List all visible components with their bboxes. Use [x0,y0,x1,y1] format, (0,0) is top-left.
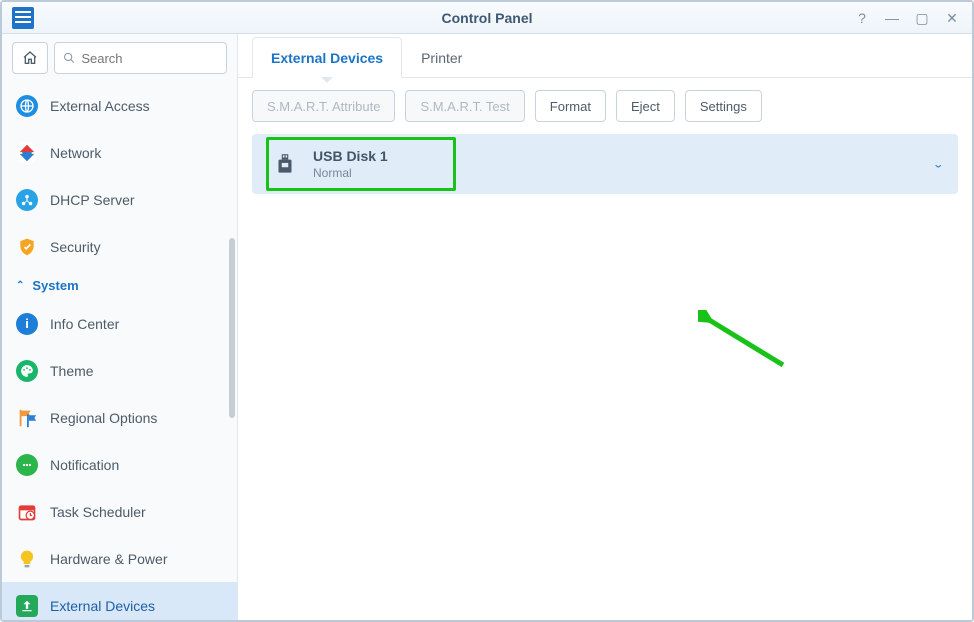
home-icon [22,50,38,66]
sidebar-item-network[interactable]: Network [2,129,237,176]
device-row[interactable]: USB Disk 1 Normal ⌄ [252,134,958,194]
sidebar-item-label: Hardware & Power [50,551,168,567]
sidebar-item-label: Theme [50,363,94,379]
tab-label: Printer [421,50,462,66]
minimize-icon[interactable]: — [884,11,900,25]
tab-printer[interactable]: Printer [402,37,481,77]
chevron-up-icon: ⌃ [16,280,24,291]
sidebar-item-theme[interactable]: Theme [2,347,237,394]
bulb-icon [16,548,38,570]
sidebar-item-external-access[interactable]: External Access [2,82,237,129]
eject-button[interactable]: Eject [616,90,675,122]
dhcp-icon [16,189,38,211]
device-status: Normal [313,166,388,180]
close-icon[interactable]: ✕ [944,11,960,25]
flags-icon [16,407,38,429]
settings-button[interactable]: Settings [685,90,762,122]
sidebar-item-info-center[interactable]: i Info Center [2,300,237,347]
search-icon [63,51,75,65]
shield-icon [16,236,38,258]
info-icon: i [16,313,38,335]
sidebar-item-hardware[interactable]: Hardware & Power [2,535,237,582]
nav-list: External Access Network DHCP Server [2,82,237,620]
search-box[interactable] [54,42,227,74]
external-device-icon [16,595,38,617]
window-body: External Access Network DHCP Server [2,34,972,620]
window-controls: ? — ▢ ✕ [854,11,972,25]
sidebar-item-task-scheduler[interactable]: Task Scheduler [2,488,237,535]
device-list: USB Disk 1 Normal ⌄ [238,134,972,194]
sidebar-item-label: Regional Options [50,410,157,426]
search-row [2,42,237,82]
sidebar-item-label: DHCP Server [50,192,135,208]
annotation-arrow [698,310,788,370]
smart-attribute-button[interactable]: S.M.A.R.T. Attribute [252,90,395,122]
format-button[interactable]: Format [535,90,606,122]
sidebar: External Access Network DHCP Server [2,34,238,620]
sidebar-item-regional[interactable]: Regional Options [2,394,237,441]
usb-disk-icon [271,150,299,178]
device-texts: USB Disk 1 Normal [313,148,388,180]
network-icon [16,142,38,164]
window-title: Control Panel [2,10,972,26]
help-icon[interactable]: ? [854,11,870,25]
chat-icon [16,454,38,476]
sidebar-scrollbar[interactable] [229,238,235,418]
annotation-highlight: USB Disk 1 Normal [266,137,456,191]
tab-bar: External Devices Printer [238,34,972,78]
calendar-icon [16,501,38,523]
home-button[interactable] [12,42,48,74]
control-panel-window: Control Panel ? — ▢ ✕ [0,0,974,622]
device-name: USB Disk 1 [313,148,388,164]
globe-icon [16,95,38,117]
sidebar-group-label: System [32,278,78,293]
sidebar-item-label: Security [50,239,101,255]
smart-test-button[interactable]: S.M.A.R.T. Test [405,90,524,122]
sidebar-item-label: Info Center [50,316,119,332]
palette-icon [16,360,38,382]
titlebar: Control Panel ? — ▢ ✕ [2,2,972,34]
search-input[interactable] [81,51,218,66]
app-icon [12,7,34,29]
sidebar-group-system[interactable]: ⌃ System [2,270,237,300]
sidebar-item-notification[interactable]: Notification [2,441,237,488]
toolbar: S.M.A.R.T. Attribute S.M.A.R.T. Test For… [238,78,972,134]
main-panel: External Devices Printer S.M.A.R.T. Attr… [238,34,972,620]
chevron-down-icon[interactable]: ⌄ [932,158,944,170]
maximize-icon[interactable]: ▢ [914,11,930,25]
sidebar-item-label: Task Scheduler [50,504,146,520]
tab-external-devices[interactable]: External Devices [252,37,402,78]
sidebar-item-label: External Devices [50,598,155,614]
sidebar-item-label: External Access [50,98,150,114]
sidebar-item-label: Network [50,145,101,161]
sidebar-item-label: Notification [50,457,119,473]
sidebar-item-external-devices[interactable]: External Devices [2,582,237,620]
tab-label: External Devices [271,50,383,66]
sidebar-item-security[interactable]: Security [2,223,237,270]
sidebar-item-dhcp[interactable]: DHCP Server [2,176,237,223]
